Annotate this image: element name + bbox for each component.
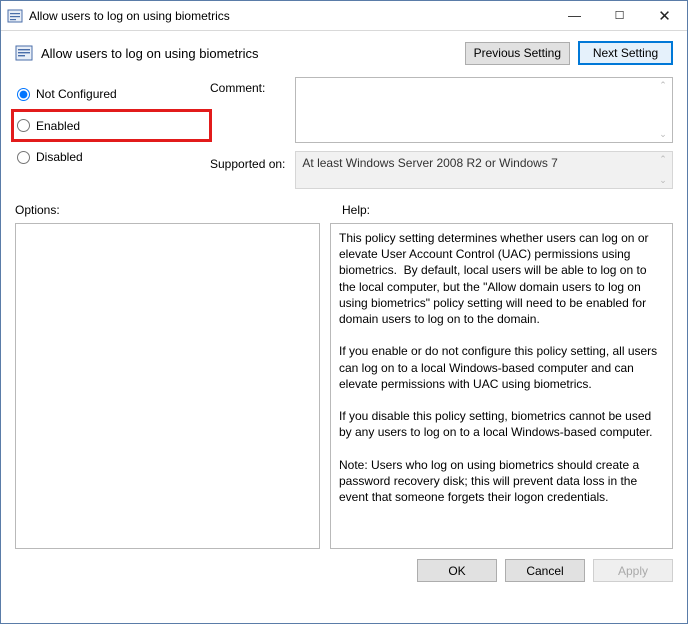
options-panel[interactable]	[15, 223, 320, 549]
previous-setting-button[interactable]: Previous Setting	[465, 42, 570, 65]
radio-enabled-label: Enabled	[36, 119, 80, 133]
supported-on-value: At least Windows Server 2008 R2 or Windo…	[302, 156, 557, 170]
next-setting-button[interactable]: Next Setting	[578, 41, 673, 65]
titlebar: Allow users to log on using biometrics —…	[1, 1, 687, 31]
radio-disabled[interactable]: Disabled	[15, 142, 210, 172]
policy-icon	[7, 8, 23, 24]
header-row: Allow users to log on using biometrics P…	[1, 31, 687, 77]
radio-disabled-label: Disabled	[36, 150, 83, 164]
supported-scroll-indicator: ⌃⌄	[656, 152, 670, 188]
dialog-footer: OK Cancel Apply	[1, 549, 687, 586]
radio-not-configured-input[interactable]	[17, 88, 30, 101]
radio-not-configured[interactable]: Not Configured	[15, 79, 210, 109]
radio-disabled-input[interactable]	[17, 151, 30, 164]
panel-labels: Options: Help:	[15, 203, 673, 217]
ok-button[interactable]: OK	[417, 559, 497, 582]
apply-button: Apply	[593, 559, 673, 582]
policy-header-icon	[15, 44, 33, 62]
comment-scroll-indicator: ⌃⌄	[656, 78, 670, 142]
fields-column: Comment: ⌃⌄ Supported on: At least Windo…	[210, 77, 673, 189]
config-section: Not Configured Enabled Disabled Comment:…	[1, 77, 687, 197]
comment-label: Comment:	[210, 77, 287, 95]
cancel-button[interactable]: Cancel	[505, 559, 585, 582]
supported-on-box: At least Windows Server 2008 R2 or Windo…	[295, 151, 673, 189]
options-label: Options:	[15, 203, 342, 217]
maximize-button[interactable]: ☐	[597, 1, 642, 30]
window-title: Allow users to log on using biometrics	[29, 9, 552, 23]
radio-enabled-input[interactable]	[17, 119, 30, 132]
supported-on-label: Supported on:	[210, 151, 287, 171]
radio-enabled[interactable]: Enabled	[11, 109, 212, 142]
close-button[interactable]: ✕	[642, 1, 687, 30]
header-title: Allow users to log on using biometrics	[41, 46, 457, 61]
state-radio-group: Not Configured Enabled Disabled	[15, 77, 210, 189]
minimize-button[interactable]: —	[552, 1, 597, 30]
lower-section: Options: Help: This policy setting deter…	[1, 197, 687, 549]
radio-not-configured-label: Not Configured	[36, 87, 117, 101]
help-panel[interactable]: This policy setting determines whether u…	[330, 223, 673, 549]
comment-textarea[interactable]: ⌃⌄	[295, 77, 673, 143]
panels-row: This policy setting determines whether u…	[15, 223, 673, 549]
help-label: Help:	[342, 203, 370, 217]
